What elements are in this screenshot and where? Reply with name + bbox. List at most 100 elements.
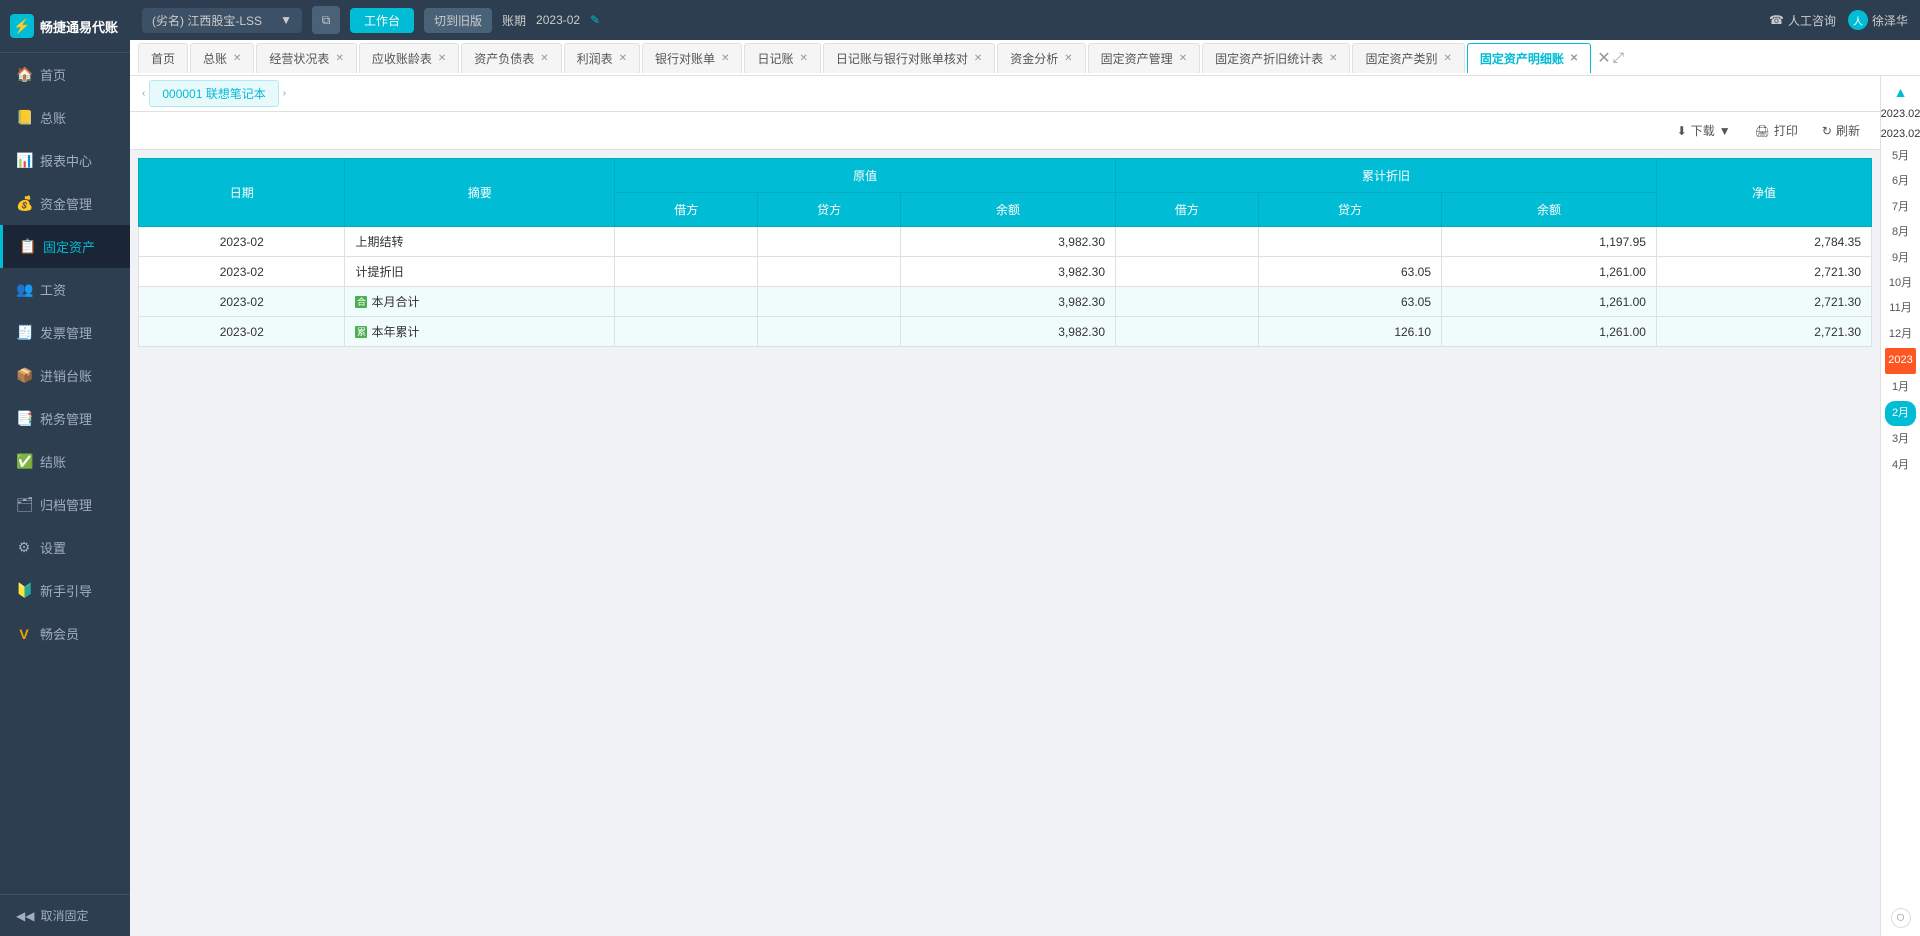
cell-summary-4: 累 本年累计 bbox=[345, 317, 615, 347]
tab-fixed-assets-mgmt-label: 固定资产管理 bbox=[1101, 50, 1173, 67]
main-area: (劣名) 江西股宝-LSS ▼ ⧉ 工作台 切到旧版 账期 2023-02 ✎ … bbox=[130, 0, 1920, 936]
content-area: ‹ 000001 联想笔记本 › ⬇ 下载 ▼ 🖨 打印 ↻ bbox=[130, 76, 1920, 936]
tab-profit-loss-close[interactable]: ✕ bbox=[619, 53, 627, 64]
right-panel-year-badge[interactable]: 2023 bbox=[1885, 348, 1916, 373]
refresh-button[interactable]: ↻ 刷新 bbox=[1814, 118, 1868, 143]
sidebar-item-beginner-guide[interactable]: 🔰 新手引导 bbox=[0, 569, 130, 612]
tab-fixed-assets-category-close[interactable]: ✕ bbox=[1444, 53, 1452, 64]
tab-dep-stats[interactable]: 固定资产折旧统计表 ✕ bbox=[1202, 43, 1350, 73]
sidebar-item-settings[interactable]: ⚙ 设置 bbox=[0, 526, 130, 569]
switch-version-button[interactable]: 切到旧版 bbox=[424, 8, 492, 33]
sidebar-item-report-label: 报表中心 bbox=[40, 151, 92, 170]
sub-tabs-next-arrow[interactable]: › bbox=[283, 88, 286, 99]
tab-fund-analysis[interactable]: 资金分析 ✕ bbox=[997, 43, 1085, 73]
tab-journal-bank-reconcile-close[interactable]: ✕ bbox=[974, 53, 982, 64]
tab-business-status-close[interactable]: ✕ bbox=[335, 53, 343, 64]
right-panel-month-10[interactable]: 10月 bbox=[1881, 271, 1920, 296]
tabs-close-all[interactable]: ✕ bbox=[1597, 48, 1610, 68]
download-button[interactable]: ⬇ 下载 ▼ bbox=[1669, 118, 1739, 143]
right-panel-month-8[interactable]: 8月 bbox=[1881, 220, 1920, 245]
tabs-expand-icon[interactable]: ⤢ bbox=[1613, 49, 1624, 66]
tab-fixed-assets-category[interactable]: 固定资产类别 ✕ bbox=[1352, 43, 1464, 73]
tab-general-ledger-label: 总账 bbox=[203, 50, 227, 67]
sidebar-item-tax-mgmt[interactable]: 📑 税务管理 bbox=[0, 397, 130, 440]
tab-ar-aging-close[interactable]: ✕ bbox=[438, 53, 446, 64]
sidebar-logo: ⚡ 畅捷通易代账 bbox=[0, 0, 130, 53]
sidebar-item-home[interactable]: 🏠 首页 bbox=[0, 53, 130, 96]
user-menu[interactable]: 人 徐泽华 bbox=[1848, 10, 1908, 30]
company-dropdown-icon: ▼ bbox=[280, 13, 292, 27]
tab-home[interactable]: 首页 bbox=[138, 43, 188, 73]
tab-balance-sheet-close[interactable]: ✕ bbox=[540, 53, 548, 64]
right-panel-month-4[interactable]: 4月 bbox=[1881, 453, 1920, 478]
period-edit-icon[interactable]: ✎ bbox=[590, 13, 600, 27]
service-button[interactable]: ☎ 人工咨询 bbox=[1769, 12, 1836, 29]
sidebar-item-payroll[interactable]: 👥 工资 bbox=[0, 268, 130, 311]
tab-profit-loss[interactable]: 利润表 ✕ bbox=[564, 43, 640, 73]
cell-dep-credit-3: 63.05 bbox=[1258, 287, 1441, 317]
service-icon: ☎ bbox=[1769, 13, 1784, 27]
sidebar-item-fixed-assets[interactable]: 📋 固定资产 bbox=[0, 225, 130, 268]
sub-tabs-prev-arrow[interactable]: ‹ bbox=[142, 88, 145, 99]
tab-business-status[interactable]: 经营状况表 ✕ bbox=[256, 43, 356, 73]
tab-fixed-assets-mgmt[interactable]: 固定资产管理 ✕ bbox=[1088, 43, 1200, 73]
tax-icon: 📑 bbox=[16, 410, 32, 427]
tab-fixed-assets-mgmt-close[interactable]: ✕ bbox=[1179, 53, 1187, 64]
header-dep-debit: 借方 bbox=[1116, 193, 1259, 227]
sidebar-item-sales-purchase[interactable]: 📦 进销台账 bbox=[0, 354, 130, 397]
tab-journal-bank-reconcile[interactable]: 日记账与银行对账单核对 ✕ bbox=[823, 43, 995, 73]
print-button[interactable]: 🖨 打印 bbox=[1747, 118, 1806, 143]
tab-balance-sheet[interactable]: 资产负债表 ✕ bbox=[461, 43, 561, 73]
right-panel-year-top-1[interactable]: 2023.02 bbox=[1880, 104, 1920, 124]
copy-button[interactable]: ⧉ bbox=[312, 6, 340, 34]
sidebar-unpin-button[interactable]: ◀◀ 取消固定 bbox=[0, 894, 130, 936]
cell-net-value-3: 2,721.30 bbox=[1656, 287, 1871, 317]
sidebar-item-settlement[interactable]: ✅ 结账 bbox=[0, 440, 130, 483]
tab-general-ledger[interactable]: 总账 ✕ bbox=[190, 43, 254, 73]
workbench-button[interactable]: 工作台 bbox=[350, 8, 414, 33]
sidebar-item-settlement-label: 结账 bbox=[40, 452, 66, 471]
right-panel-month-3[interactable]: 3月 bbox=[1881, 427, 1920, 452]
right-panel-month-2[interactable]: 2月 bbox=[1885, 401, 1916, 426]
tab-bank-statement-close[interactable]: ✕ bbox=[721, 53, 729, 64]
tab-fund-analysis-close[interactable]: ✕ bbox=[1064, 53, 1072, 64]
sidebar-item-archive-mgmt[interactable]: 🗂 归档管理 bbox=[0, 483, 130, 526]
cell-net-value-1: 2,784.35 bbox=[1656, 227, 1871, 257]
cell-net-value-4: 2,721.30 bbox=[1656, 317, 1871, 347]
tab-bank-statement[interactable]: 银行对账单 ✕ bbox=[642, 43, 742, 73]
right-panel-close[interactable]: ○ bbox=[1891, 908, 1911, 928]
header-original-balance: 余额 bbox=[901, 193, 1116, 227]
tab-dep-stats-close[interactable]: ✕ bbox=[1329, 53, 1337, 64]
home-icon: 🏠 bbox=[16, 66, 32, 83]
tab-ar-aging[interactable]: 应收账龄表 ✕ bbox=[359, 43, 459, 73]
subtotal-icon-monthly: 合 bbox=[355, 296, 367, 308]
tab-general-ledger-close[interactable]: ✕ bbox=[233, 53, 241, 64]
right-panel-month-9[interactable]: 9月 bbox=[1881, 246, 1920, 271]
right-panel-month-5[interactable]: 5月 bbox=[1881, 144, 1920, 169]
sidebar-item-general-ledger[interactable]: 📒 总账 bbox=[0, 96, 130, 139]
sidebar-item-invoice-mgmt[interactable]: 🧾 发票管理 bbox=[0, 311, 130, 354]
right-panel-month-6[interactable]: 6月 bbox=[1881, 169, 1920, 194]
cell-dep-credit-1 bbox=[1258, 227, 1441, 257]
sidebar-item-fund-mgmt[interactable]: 💰 资金管理 bbox=[0, 182, 130, 225]
right-panel-month-11[interactable]: 11月 bbox=[1881, 296, 1920, 321]
right-panel-month-7[interactable]: 7月 bbox=[1881, 195, 1920, 220]
table-container: 日期 摘要 原值 累计折旧 净值 借方 贷方 余额 借方 贷方 余额 bbox=[130, 150, 1880, 936]
right-panel-year-top-2[interactable]: 2023.02 bbox=[1880, 124, 1920, 144]
right-panel-scroll-up[interactable]: ▲ bbox=[1890, 80, 1912, 104]
topbar: (劣名) 江西股宝-LSS ▼ ⧉ 工作台 切到旧版 账期 2023-02 ✎ … bbox=[130, 0, 1920, 40]
sidebar-item-vip[interactable]: V 畅会员 bbox=[0, 612, 130, 655]
sales-icon: 📦 bbox=[16, 367, 32, 384]
sub-tab-asset-001[interactable]: 000001 联想笔记本 bbox=[149, 80, 278, 107]
tab-fixed-assets-detail-close[interactable]: ✕ bbox=[1570, 53, 1578, 64]
right-panel-month-1[interactable]: 1月 bbox=[1881, 375, 1920, 400]
report-icon: 📊 bbox=[16, 152, 32, 169]
header-original-value: 原值 bbox=[615, 159, 1116, 193]
company-selector[interactable]: (劣名) 江西股宝-LSS ▼ bbox=[142, 8, 302, 33]
tab-fixed-assets-detail[interactable]: 固定资产明细账 ✕ bbox=[1467, 43, 1591, 73]
tab-journal-close[interactable]: ✕ bbox=[799, 53, 807, 64]
right-panel-month-12[interactable]: 12月 bbox=[1881, 322, 1920, 347]
cell-dep-balance-1: 1,197.95 bbox=[1442, 227, 1657, 257]
tab-journal[interactable]: 日记账 ✕ bbox=[744, 43, 820, 73]
sidebar-item-report-center[interactable]: 📊 报表中心 bbox=[0, 139, 130, 182]
